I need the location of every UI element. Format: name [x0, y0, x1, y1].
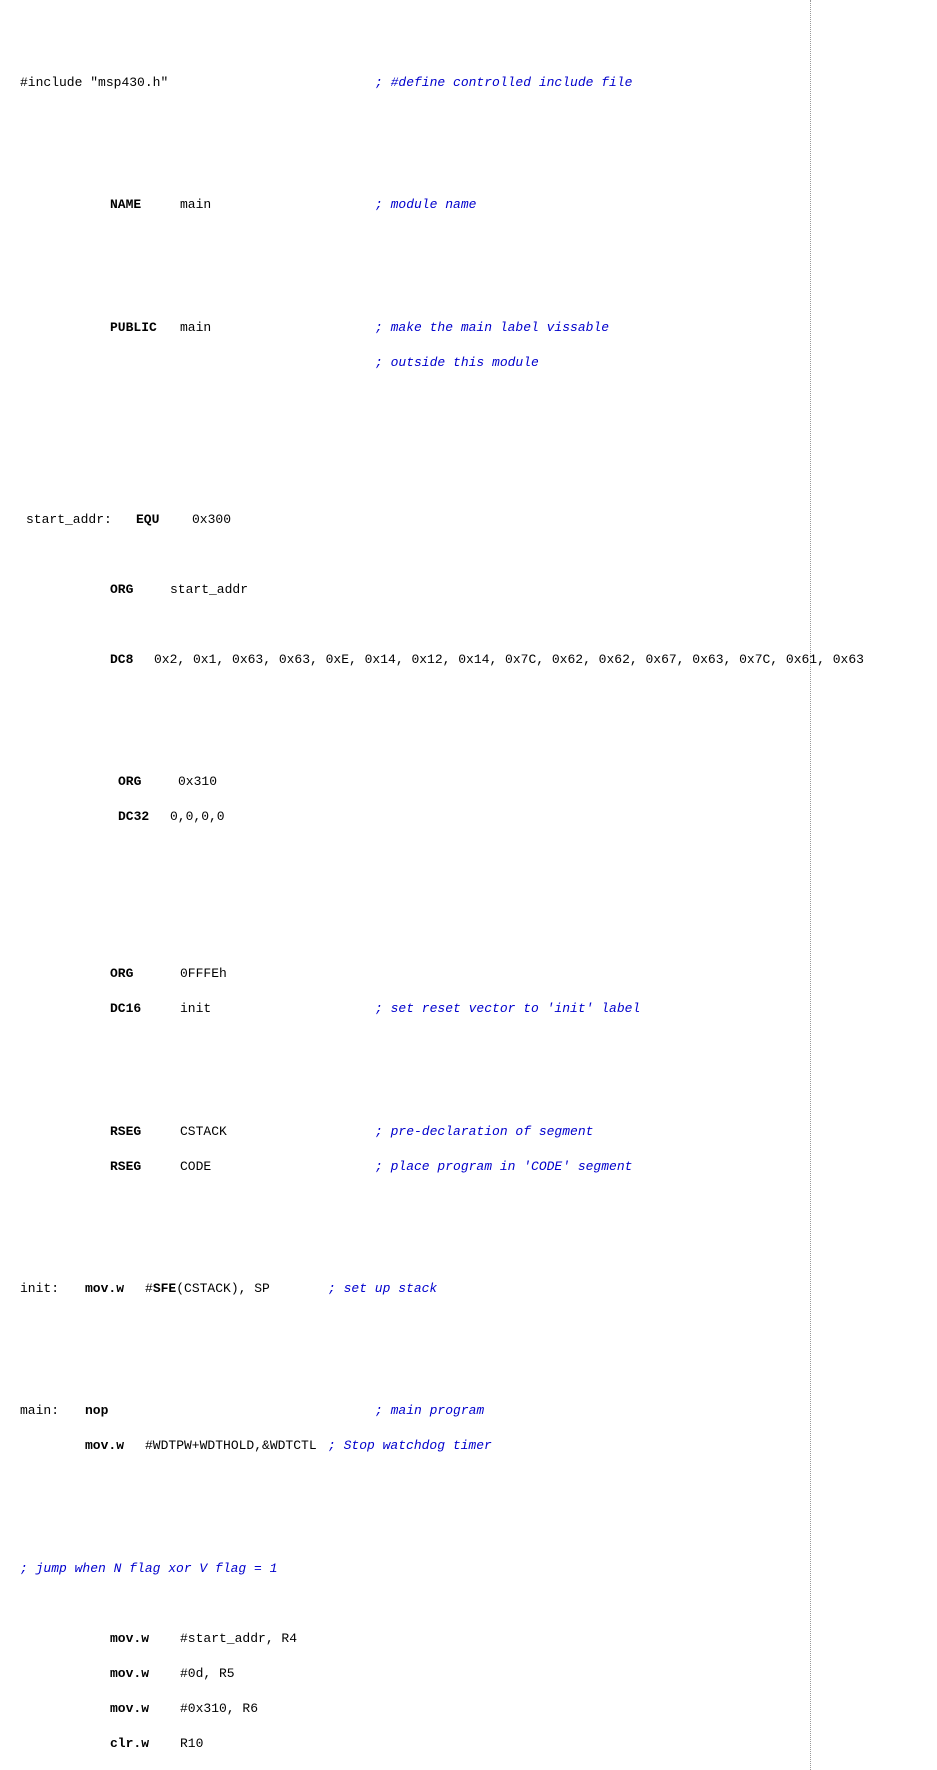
name-op: NAME — [110, 196, 180, 214]
m3-op: mov.w — [110, 1700, 180, 1718]
init-op: mov.w — [85, 1280, 145, 1298]
main2-op: mov.w — [85, 1437, 145, 1455]
line-m4: clr.wR10 — [20, 1735, 937, 1753]
blank — [20, 441, 937, 458]
line-dc8: DC80x2, 0x1, 0x63, 0x63, 0xE, 0x14, 0x12… — [20, 651, 937, 669]
blank — [20, 127, 937, 144]
include-directive: #include — [20, 75, 82, 90]
rseg2-op: RSEG — [110, 1158, 180, 1176]
blank — [20, 406, 937, 423]
blank — [20, 861, 937, 878]
public-arg: main — [180, 319, 375, 337]
start-label: start_addr: — [26, 512, 112, 527]
org1-arg: start_addr — [170, 581, 248, 599]
dc32-op: DC32 — [118, 808, 170, 826]
main-label: main: — [20, 1402, 85, 1420]
init-comment: ; set up stack — [328, 1280, 437, 1298]
org2-op: ORG — [118, 773, 178, 791]
start-op: EQU — [136, 511, 192, 529]
line-dc32: DC320,0,0,0 — [20, 808, 937, 826]
blank — [20, 1210, 937, 1227]
blank — [20, 1333, 937, 1350]
m2-arg: #0d, R5 — [180, 1665, 235, 1683]
line-public2: ; outside this module — [20, 354, 937, 372]
blank — [20, 896, 937, 913]
line-main1: main:nop ; main program — [20, 1402, 937, 1420]
init-argbold: SFE — [153, 1281, 176, 1296]
line-include: #include "msp430.h" ; #define controlled … — [20, 74, 937, 92]
public-comment1: ; make the main label vissable — [375, 319, 937, 337]
m4-op: clr.w — [110, 1735, 180, 1753]
dc16-arg: init — [180, 1000, 375, 1018]
init-label: init: — [20, 1280, 85, 1298]
rseg2-arg: CODE — [180, 1158, 375, 1176]
rseg1-arg: CSTACK — [180, 1123, 375, 1141]
m1-op: mov.w — [110, 1630, 180, 1648]
m3-arg: #0x310, R6 — [180, 1700, 258, 1718]
dc8-arg: 0x2, 0x1, 0x63, 0x63, 0xE, 0x14, 0x12, 0… — [154, 651, 864, 669]
m4-arg: R10 — [180, 1735, 203, 1753]
dc16-comment: ; set reset vector to 'init' label — [375, 1000, 937, 1018]
line-m1: mov.w#start_addr, R4 — [20, 1630, 937, 1648]
main2-arg: #WDTPW+WDTHOLD,&WDTCTL — [145, 1437, 328, 1455]
public-comment2: ; outside this module — [375, 354, 937, 372]
blank — [20, 249, 937, 266]
line-rseg2: RSEGCODE; place program in 'CODE' segmen… — [20, 1158, 937, 1176]
dc8-op: DC8 — [110, 651, 154, 669]
line-dc16: DC16init; set reset vector to 'init' lab… — [20, 1000, 937, 1018]
code-listing: #include "msp430.h" ; #define controlled … — [0, 0, 937, 1770]
main1-arg — [145, 1402, 375, 1420]
start-arg: 0x300 — [192, 511, 231, 529]
line-m3: mov.w#0x310, R6 — [20, 1700, 937, 1718]
name-arg: main — [180, 196, 375, 214]
line-startaddr: start_addr: EQU0x300 — [20, 511, 937, 529]
line-m2: mov.w#0d, R5 — [20, 1665, 937, 1683]
line-flagcomment: ; jump when N flag xor V flag = 1 — [20, 1560, 937, 1578]
line-public: PUBLICmain; make the main label vissable — [20, 319, 937, 337]
org3-op: ORG — [110, 965, 180, 983]
include-comment: ; #define controlled include file — [375, 74, 632, 92]
line-main2: mov.w#WDTPW+WDTHOLD,&WDTCTL; Stop watchd… — [20, 1437, 937, 1455]
blank — [20, 1053, 937, 1070]
m2-op: mov.w — [110, 1665, 180, 1683]
main2-comment: ; Stop watchdog timer — [328, 1437, 492, 1455]
name-comment: ; module name — [375, 196, 937, 214]
line-init: init:mov.w#SFE(CSTACK), SP ; set up stack — [20, 1280, 937, 1298]
blank — [20, 1490, 937, 1507]
init-argpost: (CSTACK), SP — [176, 1281, 270, 1296]
dc32-arg: 0,0,0,0 — [170, 808, 225, 826]
line-org3: ORG0FFFEh — [20, 965, 937, 983]
m1-arg: #start_addr, R4 — [180, 1630, 297, 1648]
line-org2: ORG0x310 — [20, 773, 937, 791]
blank — [20, 704, 937, 721]
main1-comment: ; main program — [375, 1402, 484, 1420]
org3-arg: 0FFFEh — [180, 965, 375, 983]
flag-comment: ; jump when N flag xor V flag = 1 — [20, 1560, 277, 1578]
line-org1: ORGstart_addr — [20, 581, 937, 599]
org1-op: ORG — [110, 581, 170, 599]
rseg1-op: RSEG — [110, 1123, 180, 1141]
include-file: "msp430.h" — [90, 75, 168, 90]
line-name: NAMEmain; module name — [20, 196, 937, 214]
ruler-line — [810, 0, 811, 1770]
rseg1-comment: ; pre-declaration of segment — [375, 1123, 937, 1141]
dc16-op: DC16 — [110, 1000, 180, 1018]
rseg2-comment: ; place program in 'CODE' segment — [375, 1158, 937, 1176]
init-argpre: # — [145, 1281, 153, 1296]
public-op: PUBLIC — [110, 319, 180, 337]
line-rseg1: RSEGCSTACK; pre-declaration of segment — [20, 1123, 937, 1141]
org2-arg: 0x310 — [178, 773, 217, 791]
main1-op: nop — [85, 1402, 145, 1420]
